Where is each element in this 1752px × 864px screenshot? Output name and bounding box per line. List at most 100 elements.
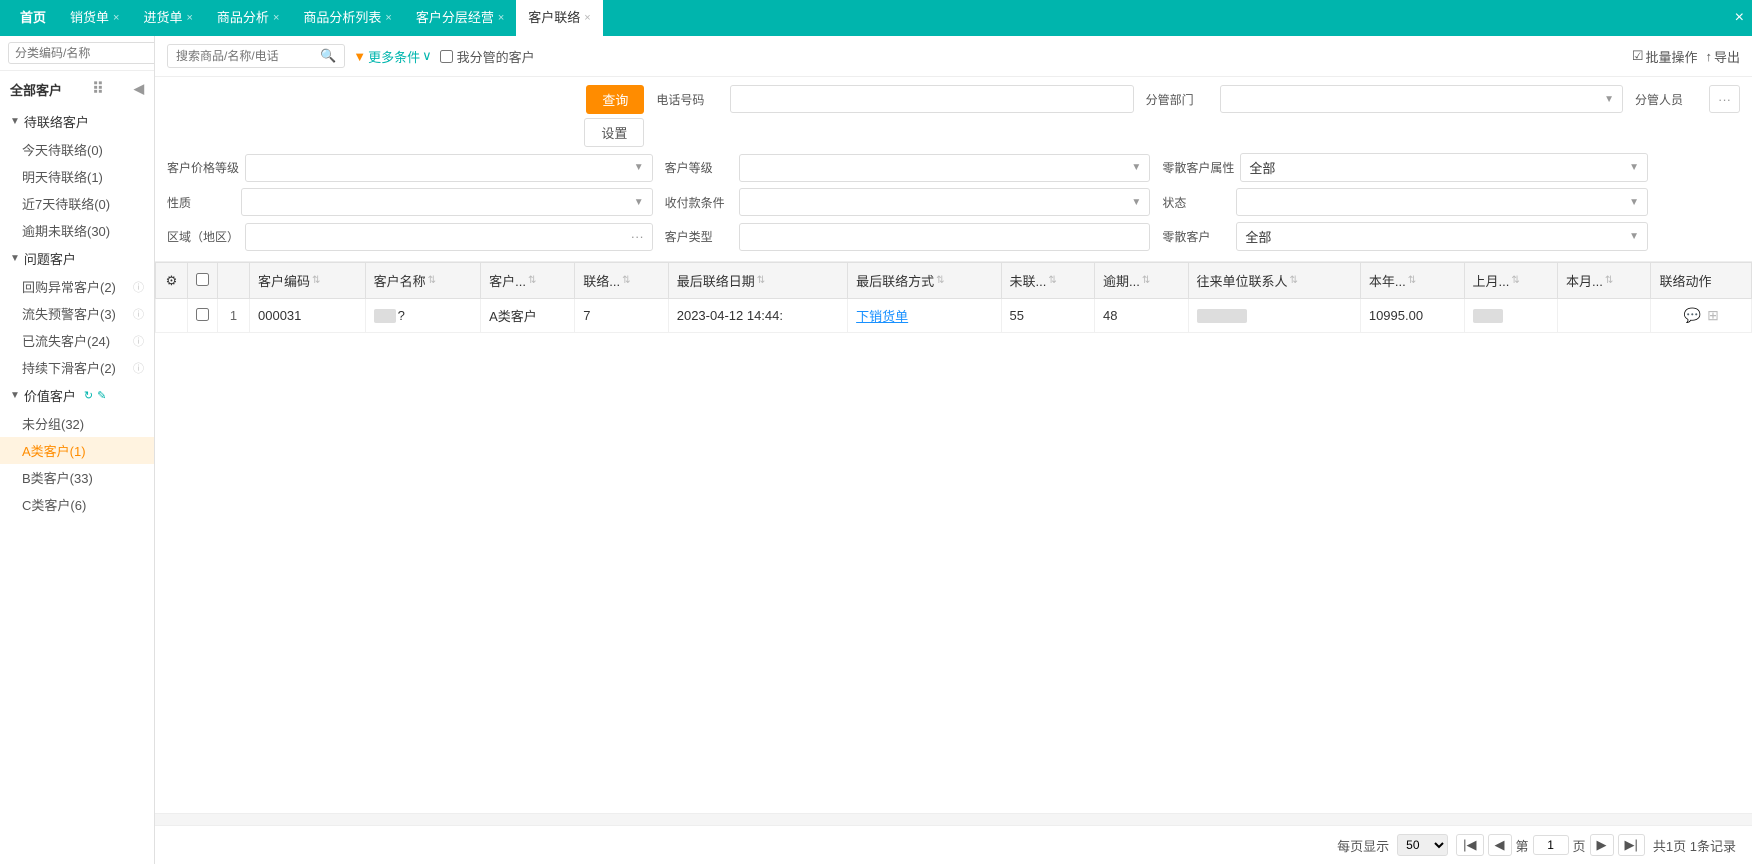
sidebar-item-today[interactable]: 今天待联络(0): [0, 136, 154, 163]
sidebar-item-unclassified[interactable]: 未分组(32): [0, 410, 154, 437]
col-contact-person[interactable]: 往来单位联系人⇅: [1188, 263, 1360, 299]
table-settings-icon[interactable]: ⚙: [166, 273, 178, 288]
payment-select[interactable]: ▼: [739, 188, 1151, 216]
per-page-select[interactable]: 50 100 200: [1397, 834, 1448, 856]
nav-tab-customer-contact[interactable]: 客户联络 ×: [516, 0, 602, 36]
first-page-button[interactable]: |◀: [1456, 834, 1483, 856]
tab-analysis-list-close[interactable]: ×: [385, 0, 391, 36]
sidebar-item-overdue[interactable]: 逾期未联络(30): [0, 217, 154, 244]
sidebar-group-value-title[interactable]: ▼ 价值客户 ↻ ✎: [0, 381, 154, 410]
retail-label: 零散客户: [1162, 228, 1230, 245]
chat-icon[interactable]: 💬: [1684, 307, 1701, 324]
retail-select[interactable]: 全部 ▼: [1236, 222, 1648, 251]
col-overdue[interactable]: 逾期...⇅: [1095, 263, 1188, 299]
row-seq: 1: [218, 299, 250, 333]
action-icons-group: 💬 ⊞: [1659, 307, 1743, 324]
price-grade-select[interactable]: ▼: [245, 154, 653, 182]
col-last-contact-method[interactable]: 最后联络方式⇅: [848, 263, 1001, 299]
7days-label: 近7天待联络(0): [22, 194, 144, 213]
row-checkbox[interactable]: [196, 308, 209, 321]
settings-button[interactable]: 设置: [584, 118, 644, 147]
close-app-button[interactable]: ×: [1735, 9, 1744, 27]
col-this-year[interactable]: 本年...⇅: [1360, 263, 1464, 299]
manager-input[interactable]: ···: [1709, 85, 1740, 113]
next-page-button[interactable]: ▶: [1590, 834, 1614, 856]
tab-customer-seg-close[interactable]: ×: [498, 0, 504, 36]
my-customers-checkbox[interactable]: [440, 50, 453, 63]
col-customer-grade[interactable]: 客户...⇅: [481, 263, 575, 299]
region-input[interactable]: ···: [245, 223, 653, 251]
col-contact-count-label: 联络...: [583, 271, 620, 290]
qr-icon[interactable]: ⊞: [1707, 307, 1719, 324]
sidebar-group-pending: ▼ 待联络客户 今天待联络(0) 明天待联络(1) 近7天待联络(0) 逾期未联…: [0, 107, 154, 244]
sidebar-all-customers[interactable]: 全部客户 ⠿ ◀: [0, 71, 154, 107]
main-search-input[interactable]: [176, 49, 316, 63]
dept-select[interactable]: ▼: [1220, 85, 1623, 113]
refresh-icon[interactable]: ↻: [84, 389, 93, 402]
sidebar-item-churn-warning[interactable]: 流失预警客户(3) ⓘ: [0, 300, 154, 327]
prev-page-button[interactable]: ◀: [1488, 834, 1512, 856]
sidebar-search-input[interactable]: [8, 42, 155, 64]
sidebar-item-abnormal[interactable]: 回购异常客户(2) ⓘ: [0, 273, 154, 300]
main-search-icon[interactable]: 🔍: [320, 48, 336, 64]
col-contact-count[interactable]: 联络...⇅: [575, 263, 668, 299]
sidebar-item-7days[interactable]: 近7天待联络(0): [0, 190, 154, 217]
col-settings[interactable]: ⚙: [156, 263, 188, 299]
name-blurred: [374, 309, 396, 323]
tab-sales-close[interactable]: ×: [113, 0, 119, 36]
select-all-checkbox[interactable]: [196, 273, 209, 286]
col-customer-code[interactable]: 客户编码⇅: [250, 263, 366, 299]
tab-analysis-label: 商品分析: [217, 0, 269, 36]
row-name[interactable]: ?: [365, 299, 481, 333]
customer-type-input[interactable]: [739, 223, 1151, 251]
row-check[interactable]: [188, 299, 218, 333]
tab-analysis-close[interactable]: ×: [273, 0, 279, 36]
sidebar-collapse-icon[interactable]: ◀: [134, 81, 144, 97]
sidebar-group-pending-title[interactable]: ▼ 待联络客户: [0, 107, 154, 136]
nav-tab-customer-seg[interactable]: 客户分层经营 ×: [404, 0, 516, 36]
my-customers-checkbox-label[interactable]: 我分管的客户: [440, 47, 535, 66]
nav-tab-analysis-list[interactable]: 商品分析列表 ×: [291, 0, 403, 36]
status-select[interactable]: ▼: [1236, 188, 1648, 216]
page-number-input[interactable]: [1533, 835, 1569, 855]
sidebar-item-class-c[interactable]: C类客户(6): [0, 491, 154, 518]
sidebar-item-class-b[interactable]: B类客户(33): [0, 464, 154, 491]
col-customer-name[interactable]: 客户名称⇅: [365, 263, 481, 299]
nav-tab-sales[interactable]: 销货单 ×: [58, 0, 131, 36]
filter-row-2: 客户价格等级 ▼ 客户等级 ▼ 零散客户属性 全部: [167, 153, 1740, 182]
sidebar-item-churned[interactable]: 已流失客户(24) ⓘ: [0, 327, 154, 354]
filter-nature: 性质 ▼: [167, 188, 653, 216]
sidebar-item-declining[interactable]: 持续下滑客户(2) ⓘ: [0, 354, 154, 381]
col-this-month[interactable]: 本月...⇅: [1558, 263, 1651, 299]
sidebar-item-class-a[interactable]: A类客户(1): [0, 437, 154, 464]
overdue-label: 逾期未联络(30): [22, 221, 144, 240]
nav-tab-analysis[interactable]: 商品分析 ×: [205, 0, 291, 36]
col-last-month[interactable]: 上月...⇅: [1464, 263, 1557, 299]
nav-tab-purchase[interactable]: 进货单 ×: [131, 0, 204, 36]
retail-attr-select[interactable]: 全部 ▼: [1240, 153, 1648, 182]
info-icon-3: ⓘ: [133, 333, 144, 349]
last-page-button[interactable]: ▶|: [1618, 834, 1645, 856]
query-button[interactable]: 查询: [586, 85, 644, 114]
row-last-contact-method[interactable]: 下销货单: [848, 299, 1001, 333]
sidebar-group-problem-title[interactable]: ▼ 问题客户: [0, 244, 154, 273]
col-check[interactable]: [188, 263, 218, 299]
home-label: 首页: [20, 0, 46, 36]
more-filters-button[interactable]: ▼ 更多条件 ∨: [353, 47, 431, 66]
phone-input[interactable]: [730, 85, 1133, 113]
export-button[interactable]: ↑ 导出: [1705, 47, 1740, 66]
customer-grade-select[interactable]: ▼: [739, 154, 1151, 182]
tab-purchase-close[interactable]: ×: [186, 0, 192, 36]
nature-select[interactable]: ▼: [241, 188, 653, 216]
contact-method-link[interactable]: 下销货单: [856, 309, 908, 324]
tab-customer-contact-close[interactable]: ×: [584, 0, 590, 36]
horizontal-scrollbar[interactable]: [155, 813, 1752, 825]
sidebar-item-tomorrow[interactable]: 明天待联络(1): [0, 163, 154, 190]
batch-operation-button[interactable]: ☑ 批量操作: [1632, 47, 1698, 66]
col-not-contacted[interactable]: 未联...⇅: [1001, 263, 1094, 299]
value-group-label: 价值客户: [24, 386, 76, 405]
col-last-contact-date[interactable]: 最后联络日期⇅: [668, 263, 847, 299]
nav-home[interactable]: 首页: [8, 0, 58, 36]
row-code[interactable]: 000031: [250, 299, 366, 333]
edit-icon[interactable]: ✎: [97, 389, 106, 402]
